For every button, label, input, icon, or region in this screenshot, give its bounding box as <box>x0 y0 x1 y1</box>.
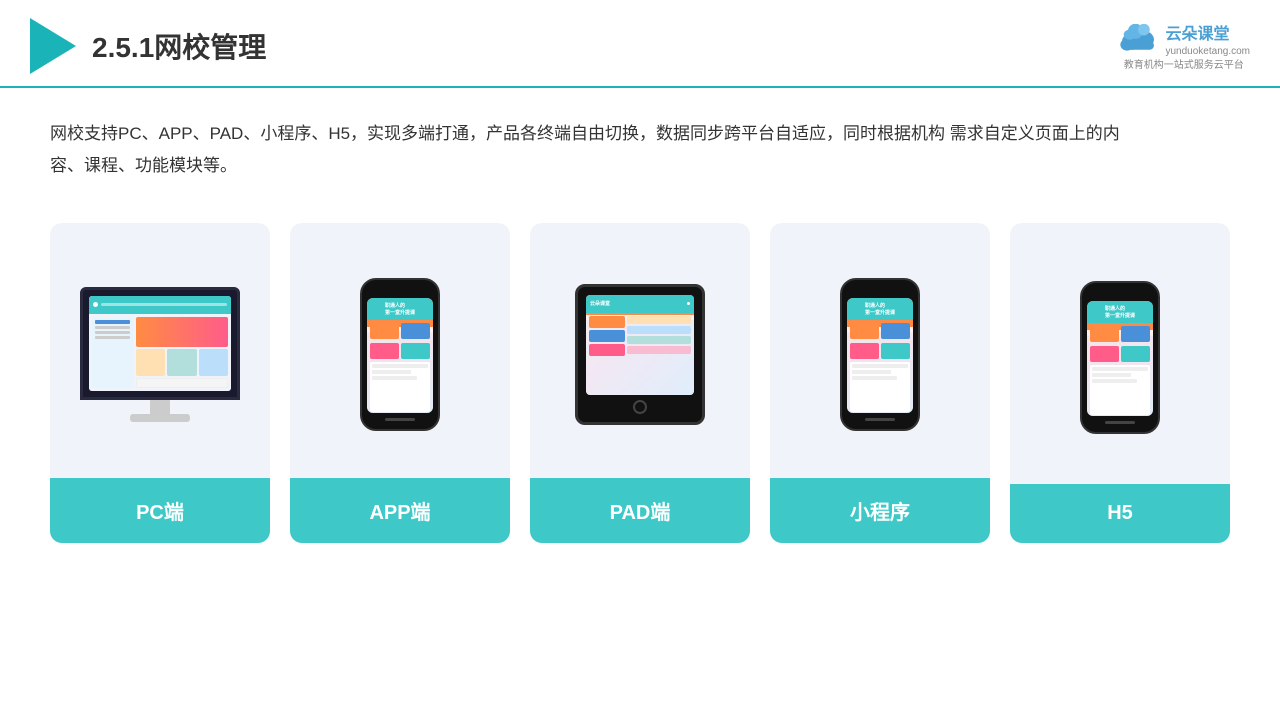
header: 2.5.1网校管理 云朵课堂 yunduoketang.com 教育机构一站式服… <box>0 0 1280 88</box>
card-h5: 职通人的第一堂升提课 <box>1010 223 1230 543</box>
tablet-mockup-pad: 云朵课堂 <box>575 284 705 425</box>
phone-mockup-h5: 职通人的第一堂升提课 <box>1080 281 1160 434</box>
brand-tagline: 教育机构一站式服务云平台 <box>1124 59 1244 73</box>
pc-monitor-icon <box>80 287 240 422</box>
main-content: 网校支持PC、APP、PAD、小程序、H5，实现多端打通，产品各终端自由切换，数… <box>0 88 1280 563</box>
cards-container: PC端 职通人的第一堂升提课 <box>50 223 1230 543</box>
card-image-pad: 云朵课堂 <box>530 223 750 478</box>
phone-mockup-mini: 职通人的第一堂升提课 <box>840 278 920 431</box>
card-label-pc: PC端 <box>50 478 270 543</box>
card-image-app: 职通人的第一堂升提课 <box>290 223 510 478</box>
logo-icon <box>30 18 76 74</box>
card-image-h5: 职通人的第一堂升提课 <box>1010 223 1230 484</box>
cloud-icon <box>1117 24 1159 52</box>
brand-logo: 云朵课堂 yunduoketang.com <box>1117 20 1250 57</box>
header-left: 2.5.1网校管理 <box>30 18 266 74</box>
description-text: 网校支持PC、APP、PAD、小程序、H5，实现多端打通，产品各终端自由切换，数… <box>50 118 1150 183</box>
card-pc: PC端 <box>50 223 270 543</box>
card-app: 职通人的第一堂升提课 <box>290 223 510 543</box>
card-label-h5: H5 <box>1010 484 1230 543</box>
card-label-pad: PAD端 <box>530 478 750 543</box>
phone-mockup-app: 职通人的第一堂升提课 <box>360 278 440 431</box>
card-label-app: APP端 <box>290 478 510 543</box>
card-image-mini: 职通人的第一堂升提课 <box>770 223 990 478</box>
card-pad: 云朵课堂 <box>530 223 750 543</box>
card-image-pc <box>50 223 270 478</box>
page-title: 2.5.1网校管理 <box>92 26 266 66</box>
header-right: 云朵课堂 yunduoketang.com 教育机构一站式服务云平台 <box>1117 20 1250 73</box>
card-mini: 职通人的第一堂升提课 <box>770 223 990 543</box>
brand-name: 云朵课堂 yunduoketang.com <box>1165 20 1250 57</box>
card-label-mini: 小程序 <box>770 478 990 543</box>
